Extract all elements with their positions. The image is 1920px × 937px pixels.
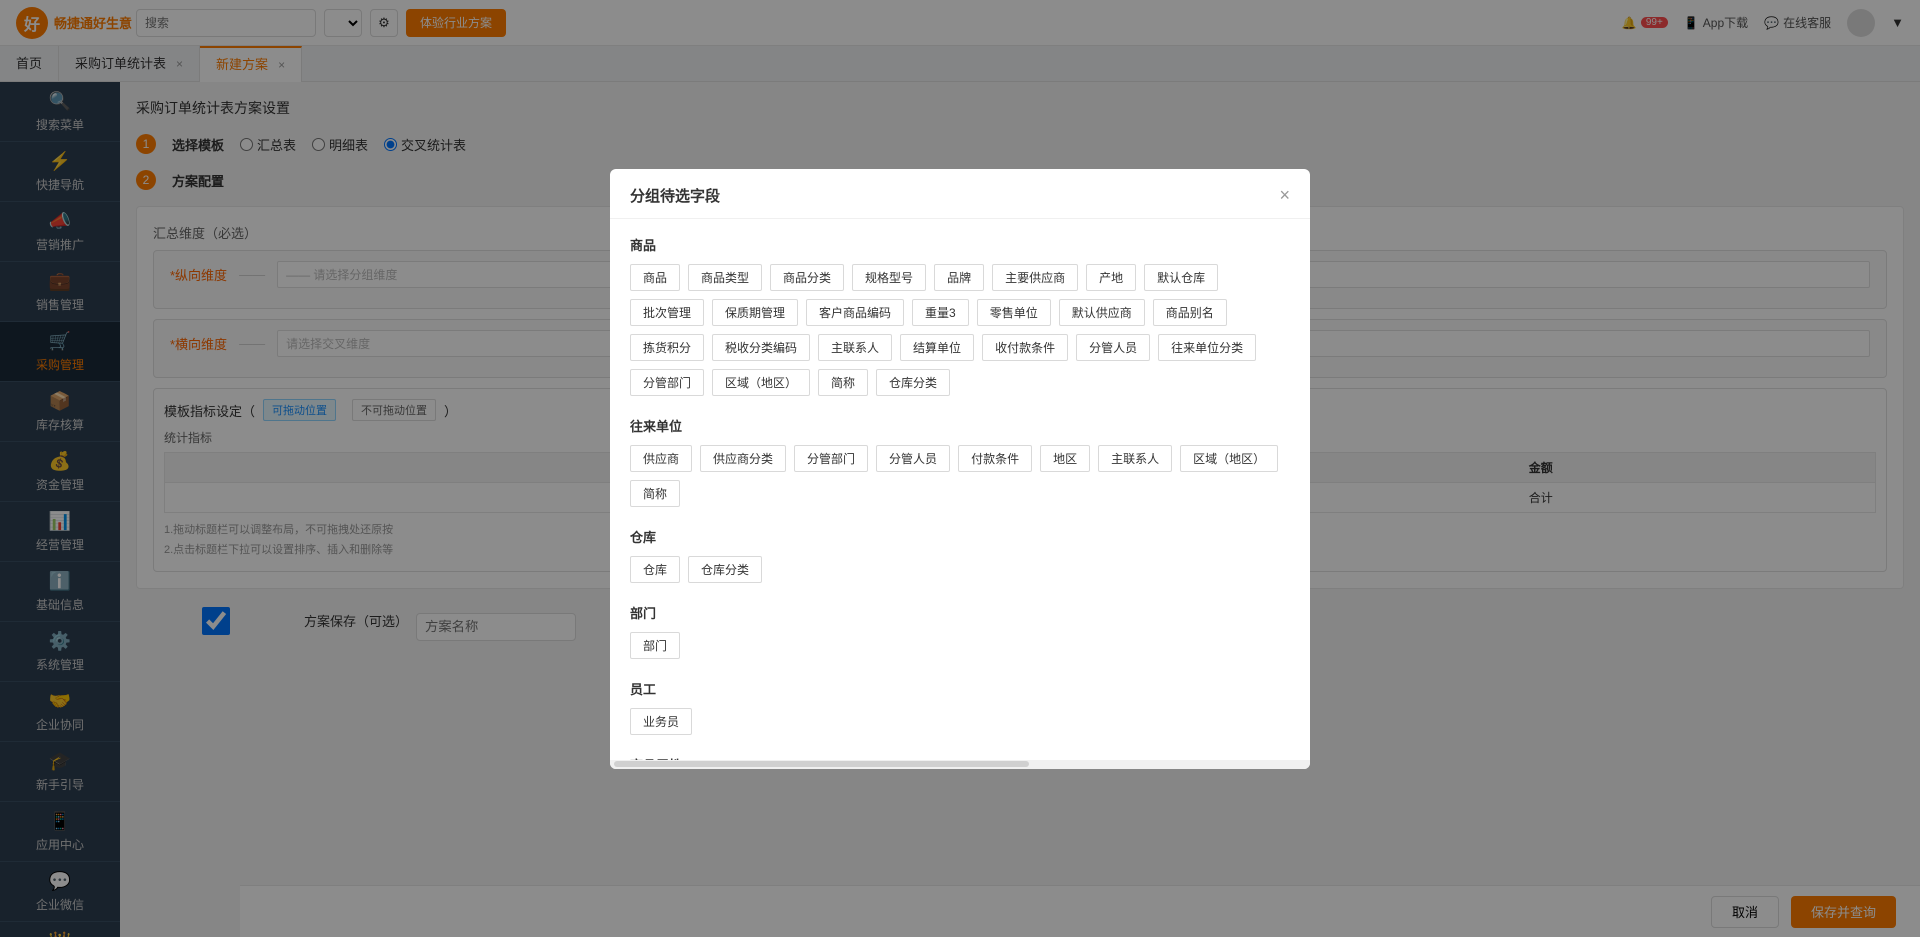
field-settlement-unit[interactable]: 结算单位 <box>900 334 974 361</box>
modal-body: 商品 商品 商品类型 商品分类 规格型号 品牌 主要供应商 产地 默认仓库 批次… <box>610 219 1310 761</box>
scrollbar-thumb-h <box>614 761 1029 767</box>
field-supervisor2[interactable]: 分管人员 <box>876 445 950 472</box>
modal-overlay: 分组待选字段 × 商品 商品 商品类型 商品分类 规格型号 品牌 主要供应商 产… <box>0 0 1920 937</box>
section-employee: 员工 业务员 <box>630 679 1290 735</box>
field-expiry-mgmt[interactable]: 保质期管理 <box>712 299 798 326</box>
field-retail-unit[interactable]: 零售单位 <box>977 299 1051 326</box>
field-partner-category[interactable]: 往来单位分类 <box>1158 334 1256 361</box>
field-batch-mgmt[interactable]: 批次管理 <box>630 299 704 326</box>
field-tax-code[interactable]: 税收分类编码 <box>712 334 810 361</box>
field-payment-terms[interactable]: 收付款条件 <box>982 334 1068 361</box>
field-supervisor[interactable]: 分管人员 <box>1076 334 1150 361</box>
field-dept-managed2[interactable]: 分管部门 <box>794 445 868 472</box>
dept-fields-grid: 部门 <box>630 632 1290 659</box>
field-dept-managed[interactable]: 分管部门 <box>630 369 704 396</box>
field-warehouse[interactable]: 仓库 <box>630 556 680 583</box>
field-default-supplier[interactable]: 默认供应商 <box>1059 299 1145 326</box>
field-main-contact[interactable]: 主联系人 <box>818 334 892 361</box>
field-abbr2[interactable]: 简称 <box>630 480 680 507</box>
field-region2[interactable]: 区域（地区） <box>1180 445 1278 472</box>
field-select-modal: 分组待选字段 × 商品 商品 商品类型 商品分类 规格型号 品牌 主要供应商 产… <box>610 169 1310 769</box>
field-product[interactable]: 商品 <box>630 264 680 291</box>
employee-fields-grid: 业务员 <box>630 708 1290 735</box>
field-warehouse-cat[interactable]: 仓库分类 <box>876 369 950 396</box>
section-warehouse-title: 仓库 <box>630 527 1290 546</box>
field-area[interactable]: 地区 <box>1040 445 1090 472</box>
field-dept[interactable]: 部门 <box>630 632 680 659</box>
section-partner: 往来单位 供应商 供应商分类 分管部门 分管人员 付款条件 地区 主联系人 区域… <box>630 416 1290 507</box>
modal-title: 分组待选字段 <box>630 185 720 206</box>
field-supplier-category[interactable]: 供应商分类 <box>700 445 786 472</box>
field-product-alias[interactable]: 商品别名 <box>1153 299 1227 326</box>
field-supplier[interactable]: 供应商 <box>630 445 692 472</box>
product-fields-grid: 商品 商品类型 商品分类 规格型号 品牌 主要供应商 产地 默认仓库 批次管理 … <box>630 264 1290 396</box>
field-origin[interactable]: 产地 <box>1086 264 1136 291</box>
section-partner-title: 往来单位 <box>630 416 1290 435</box>
field-product-type[interactable]: 商品类型 <box>688 264 762 291</box>
modal-header: 分组待选字段 × <box>610 169 1310 219</box>
field-customer-code[interactable]: 客户商品编码 <box>806 299 904 326</box>
section-product-title: 商品 <box>630 235 1290 254</box>
field-pick-points[interactable]: 拣货积分 <box>630 334 704 361</box>
field-main-supplier[interactable]: 主要供应商 <box>992 264 1078 291</box>
modal-close-button[interactable]: × <box>1279 185 1290 206</box>
field-abbr[interactable]: 简称 <box>818 369 868 396</box>
partner-fields-grid: 供应商 供应商分类 分管部门 分管人员 付款条件 地区 主联系人 区域（地区） … <box>630 445 1290 507</box>
field-payment-cond[interactable]: 付款条件 <box>958 445 1032 472</box>
field-warehouse-category[interactable]: 仓库分类 <box>688 556 762 583</box>
field-default-warehouse[interactable]: 默认仓库 <box>1144 264 1218 291</box>
field-spec-model[interactable]: 规格型号 <box>852 264 926 291</box>
modal-scrollbar-h[interactable] <box>610 760 1310 768</box>
field-weight3[interactable]: 重量3 <box>912 299 969 326</box>
warehouse-fields-grid: 仓库 仓库分类 <box>630 556 1290 583</box>
section-dept-title: 部门 <box>630 603 1290 622</box>
field-product-category[interactable]: 商品分类 <box>770 264 844 291</box>
section-warehouse: 仓库 仓库 仓库分类 <box>630 527 1290 583</box>
field-main-contact2[interactable]: 主联系人 <box>1098 445 1172 472</box>
section-dept: 部门 部门 <box>630 603 1290 659</box>
section-employee-title: 员工 <box>630 679 1290 698</box>
field-brand[interactable]: 品牌 <box>934 264 984 291</box>
field-region[interactable]: 区域（地区） <box>712 369 810 396</box>
field-salesperson[interactable]: 业务员 <box>630 708 692 735</box>
section-product: 商品 商品 商品类型 商品分类 规格型号 品牌 主要供应商 产地 默认仓库 批次… <box>630 235 1290 396</box>
